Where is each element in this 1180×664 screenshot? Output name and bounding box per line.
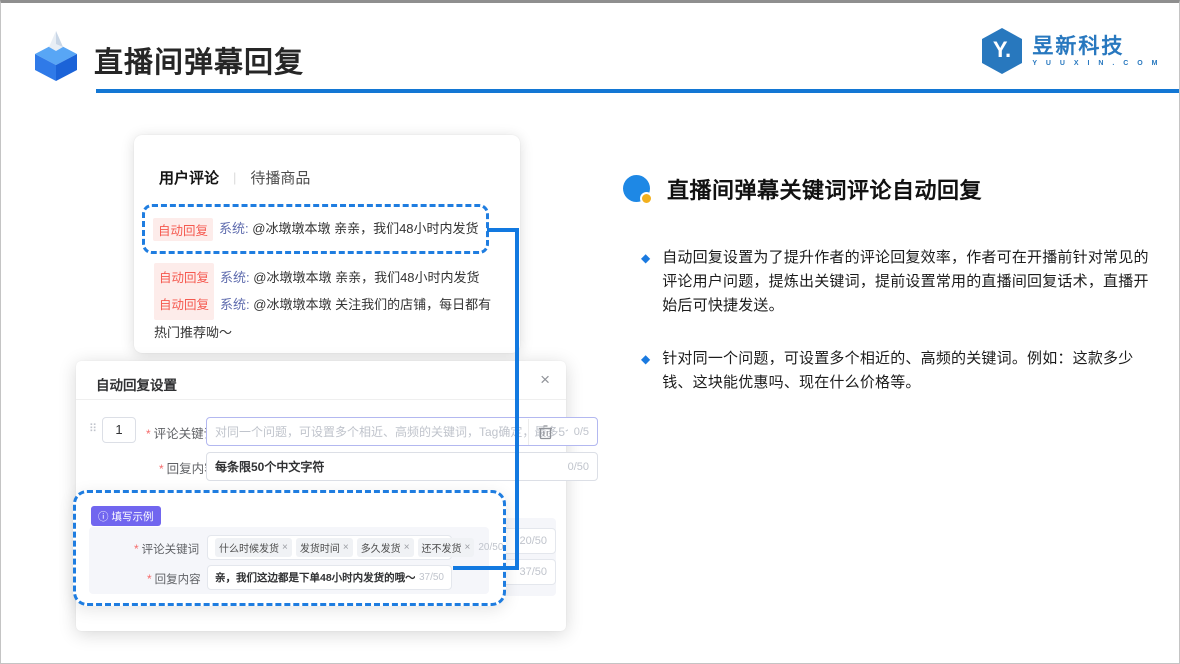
comments-tabs: 用户评论 | 待播商品 xyxy=(159,167,310,188)
comment-row: 自动回复 系统: @冰墩墩本墩 亲亲，我们48小时内发货 xyxy=(154,263,504,293)
brand-monogram: Y. xyxy=(993,37,1011,62)
modal-divider xyxy=(76,399,566,400)
system-prefix: 系统: xyxy=(219,221,249,236)
page: 直播间弹幕回复 Y. 昱新科技 Y U U X I N . C O M 用户评论… xyxy=(0,0,1180,664)
tag-close-icon[interactable]: × xyxy=(282,542,288,553)
tab-pending-products[interactable]: 待播商品 xyxy=(250,167,310,188)
auto-reply-badge: 自动回复 xyxy=(154,263,215,293)
feature-bullet: ◆ 自动回复设置为了提升作者的评论回复效率，作者可在开播前针对常见的评论用户问题… xyxy=(641,246,1153,318)
example-reply-label: * 回复内容 xyxy=(147,572,201,586)
example-badge: ⓘ 填写示例 xyxy=(91,506,161,526)
keyword-placeholder: 对同一个问题，可设置多个相近、高频的关键词，Tag确定，最多5个 xyxy=(215,425,568,439)
bullet-text: 自动回复设置为了提升作者的评论回复效率，作者可在开播前针对常见的评论用户问题，提… xyxy=(662,249,1149,314)
feature-title: 直播间弹幕关键词评论自动回复 xyxy=(667,178,983,203)
delete-icon[interactable] xyxy=(538,424,553,440)
comment-text: @冰墩墩本墩 亲亲，我们48小时内发货 xyxy=(253,270,480,285)
example-keyword-input[interactable]: 什么时候发货 × 发货时间 × 多久发货 × 还不发货 × 20/50 xyxy=(207,535,503,560)
background-reply-counter: 37/50 xyxy=(519,566,547,578)
auto-reply-badge: 自动回复 xyxy=(153,217,214,241)
keyword-tag[interactable]: 还不发货 × xyxy=(417,538,475,557)
required-star: * xyxy=(146,427,151,441)
brand-domain: Y U U X I N . C O M xyxy=(1032,59,1161,67)
required-star: * xyxy=(147,572,152,586)
row-divider xyxy=(528,419,529,445)
required-star: * xyxy=(159,462,164,476)
example-reply-counter: 37/50 xyxy=(418,572,444,583)
blue-yellow-dot-icon xyxy=(623,175,653,205)
reply-counter: 0/50 xyxy=(567,460,589,473)
example-reply-input[interactable]: 亲，我们这边都是下单48小时内发货的哦～ 37/50 xyxy=(207,565,452,590)
diamond-bullet-icon: ◆ xyxy=(641,352,651,366)
tag-close-icon[interactable]: × xyxy=(343,542,349,553)
brand-logo: Y. 昱新科技 Y U U X I N . C O M xyxy=(980,27,1161,75)
bullet-text: 针对同一个问题，可设置多个相近的、高频的关键词。例如：这款多少钱、这块能优惠吗、… xyxy=(662,350,1134,391)
tag-close-icon[interactable]: × xyxy=(404,542,410,553)
example-keyword-counter: 20/50 xyxy=(478,542,504,553)
keyword-tag[interactable]: 多久发货 × xyxy=(356,538,414,557)
example-keyword-label: * 评论关键词 xyxy=(134,542,200,556)
brand-hexagon-icon: Y. xyxy=(982,28,1023,74)
feature-bullet: ◆ 针对同一个问题，可设置多个相近的、高频的关键词。例如：这款多少钱、这块能优惠… xyxy=(641,347,1153,395)
keyword-counter: 0/5 xyxy=(573,425,589,438)
system-prefix: 系统: xyxy=(220,270,250,285)
comment-text: 系统: @冰墩墩本墩 亲亲，我们48小时内发货 xyxy=(219,221,479,236)
diamond-bullet-icon: ◆ xyxy=(641,251,651,265)
highlighted-comment: 自动回复 系统: @冰墩墩本墩 亲亲，我们48小时内发货 xyxy=(142,204,489,254)
feature-heading: 直播间弹幕关键词评论自动回复 xyxy=(623,173,982,205)
system-prefix: 系统: xyxy=(220,297,250,312)
reply-input[interactable]: 每条限50个中文字符 0/50 xyxy=(206,452,598,481)
required-star: * xyxy=(134,542,139,556)
comments-card: 用户评论 | 待播商品 自动回复 系统: @冰墩墩本墩 亲亲，我们48小时内发货… xyxy=(134,135,520,353)
cube-logo-icon xyxy=(35,31,77,81)
example-reply-value: 亲，我们这边都是下单48小时内发货的哦～ xyxy=(215,572,415,584)
keyword-tag[interactable]: 发货时间 × xyxy=(295,538,353,557)
tab-user-comments[interactable]: 用户评论 xyxy=(159,167,219,188)
rule-number-input[interactable]: 1 xyxy=(102,417,136,443)
modal-title: 自动回复设置 xyxy=(96,378,177,393)
tab-divider: | xyxy=(233,170,237,185)
background-keyword-counter: 20/50 xyxy=(519,535,547,547)
close-icon[interactable]: × xyxy=(540,371,550,388)
title-underline xyxy=(96,89,1179,93)
example-panel: * 评论关键词 什么时候发货 × 发货时间 × 多久发货 × 还不发货 × 20/50 *… xyxy=(89,527,503,594)
example-callout: ⓘ 填写示例 * 评论关键词 什么时候发货 × 发货时间 × 多久发货 × 还不发货 × … xyxy=(73,490,506,606)
comment-row: 自动回复 系统: @冰墩墩本墩 关注我们的店铺，每日都有热门推荐呦～ xyxy=(154,290,504,346)
brand-name: 昱新科技 xyxy=(1032,34,1125,58)
info-circle-icon: ⓘ xyxy=(98,510,109,523)
page-title: 直播间弹幕回复 xyxy=(94,47,305,79)
reply-value: 每条限50个中文字符 xyxy=(215,460,325,474)
keyword-tag[interactable]: 什么时候发货 × xyxy=(215,538,292,557)
auto-reply-badge: 自动回复 xyxy=(154,290,215,320)
drag-handle-icon[interactable]: ⠿ xyxy=(89,422,97,435)
tag-close-icon[interactable]: × xyxy=(465,542,471,553)
